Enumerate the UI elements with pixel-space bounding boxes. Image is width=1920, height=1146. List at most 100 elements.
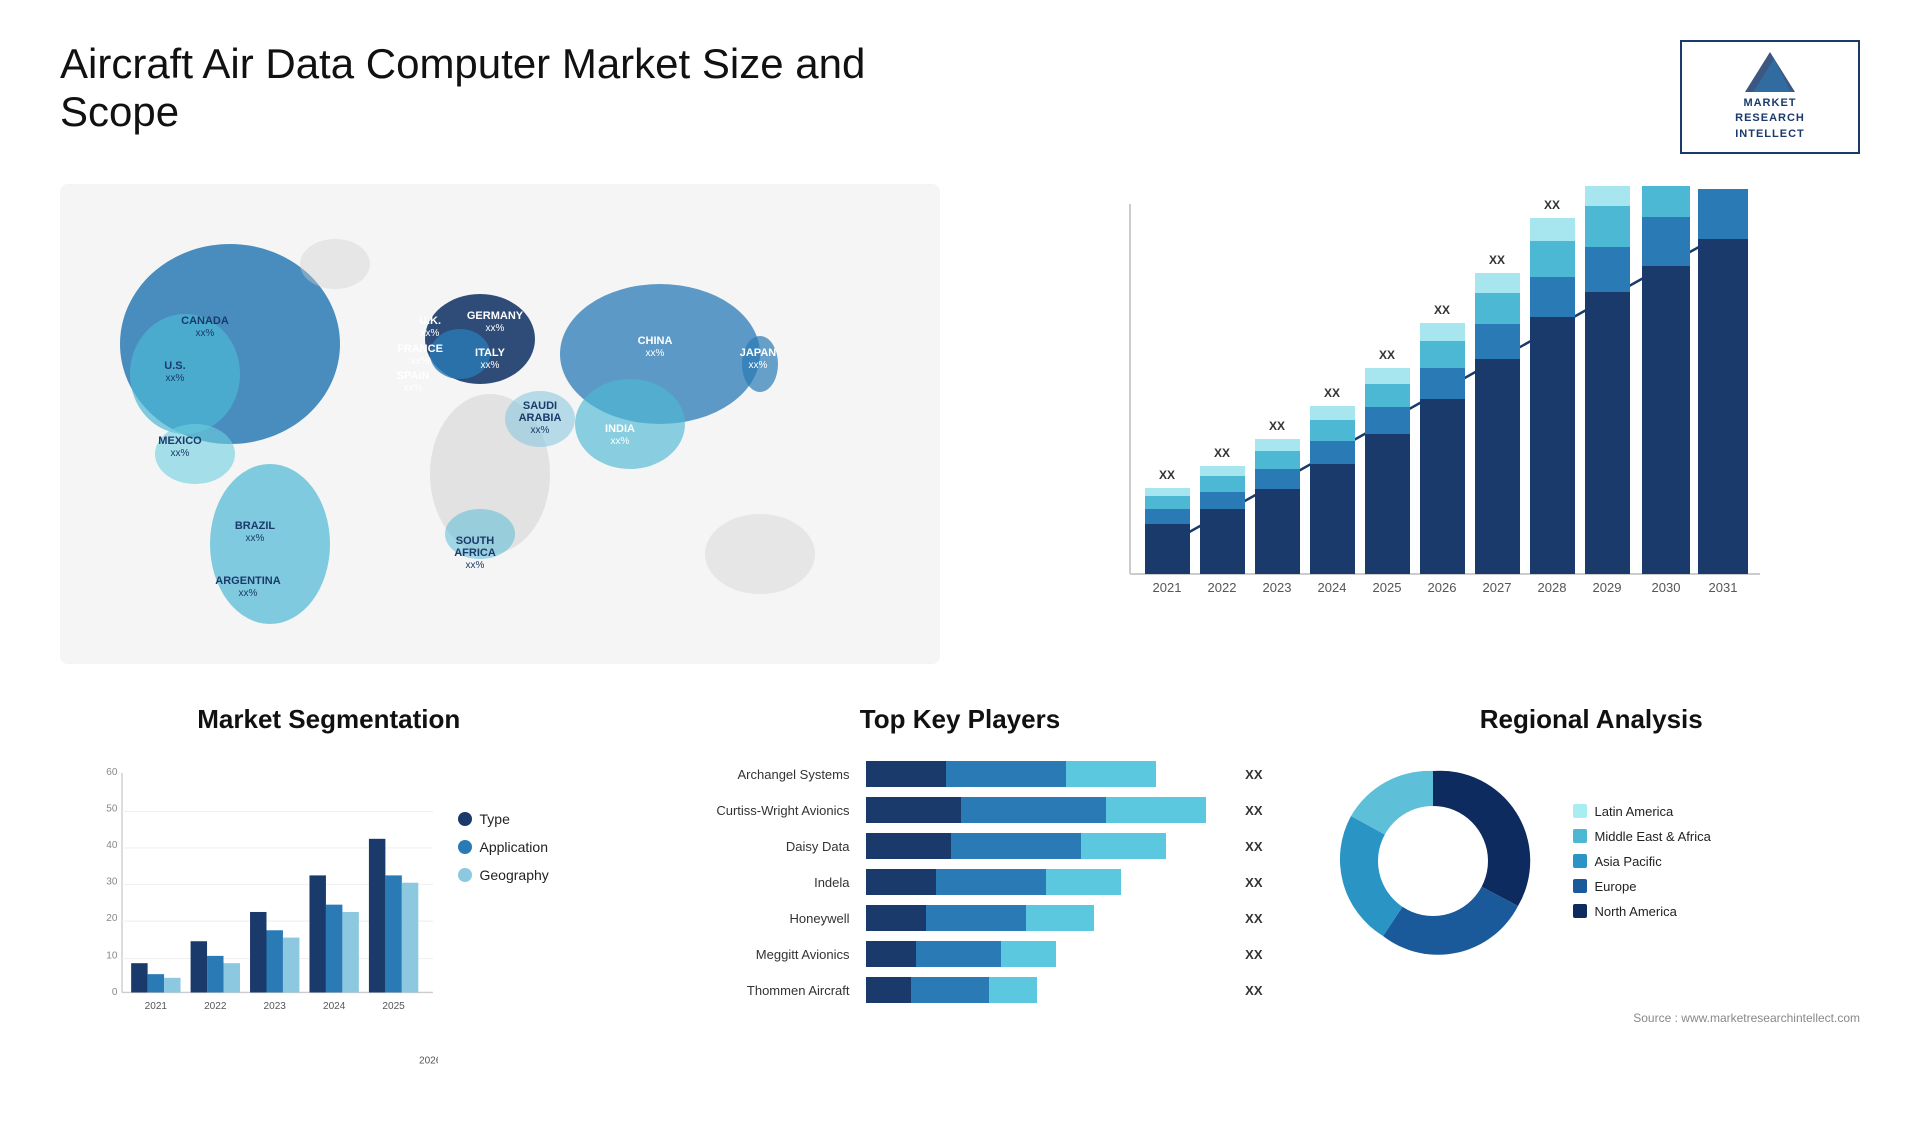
player-value: XX [1245,839,1262,854]
legend-mea: Middle East & Africa [1573,829,1711,844]
svg-text:U.K.: U.K. [419,315,441,327]
svg-text:xx%: xx% [166,373,185,384]
player-row-curtiss: Curtiss-Wright Avionics XX [658,797,1263,823]
legend-type-label: Type [480,811,510,827]
svg-text:BRAZIL: BRAZIL [235,520,276,532]
player-value: XX [1245,875,1262,890]
svg-text:2023: 2023 [1263,580,1292,595]
svg-text:JAPAN: JAPAN [740,347,777,359]
top-section: CANADA xx% U.S. xx% MEXICO xx% BRAZIL xx… [60,184,1860,664]
svg-text:XX: XX [1434,303,1450,317]
page-header: Aircraft Air Data Computer Market Size a… [60,40,1860,154]
svg-text:2022: 2022 [1208,580,1237,595]
svg-text:xx%: xx% [411,356,430,367]
player-name: Daisy Data [658,839,858,854]
legend-europe: Europe [1573,879,1711,894]
svg-text:INDIA: INDIA [605,423,635,435]
svg-text:2026: 2026 [419,1056,437,1067]
logo: MARKET RESEARCH INTELLECT [1680,40,1860,154]
svg-text:xx%: xx% [611,436,630,447]
donut-container: Latin America Middle East & Africa Asia … [1323,751,1861,971]
legend-latin-america-label: Latin America [1595,804,1674,819]
svg-text:SPAIN: SPAIN [397,370,430,382]
svg-text:2031: 2031 [1709,580,1738,595]
key-players-list: Archangel Systems XX Curtiss-Wright Avio… [638,751,1283,1023]
svg-text:FRANCE: FRANCE [397,343,443,355]
logo-icon [1745,52,1795,92]
player-row-archangel: Archangel Systems XX [658,761,1263,787]
svg-text:ITALY: ITALY [475,347,506,359]
svg-text:2027: 2027 [1483,580,1512,595]
svg-text:xx%: xx% [171,448,190,459]
svg-text:2021: 2021 [145,1001,168,1012]
player-bar [866,761,1232,787]
player-row-honeywell: Honeywell XX [658,905,1263,931]
svg-text:xx%: xx% [239,588,258,599]
player-name: Indela [658,875,858,890]
svg-text:xx%: xx% [466,560,485,571]
svg-text:SOUTH: SOUTH [456,535,495,547]
growth-chart: XX 2021 XX 2022 XX 2023 XX 2024 [980,184,1860,664]
legend-asia-pacific: Asia Pacific [1573,854,1711,869]
svg-text:60: 60 [106,767,118,778]
svg-text:2024: 2024 [1318,580,1347,595]
svg-text:XX: XX [1269,419,1285,433]
svg-text:XX: XX [1544,198,1560,212]
svg-text:2026: 2026 [1428,580,1457,595]
donut-chart-svg [1323,751,1543,971]
svg-text:MEXICO: MEXICO [158,435,202,447]
svg-text:2023: 2023 [264,1001,287,1012]
player-value: XX [1245,803,1262,818]
player-value: XX [1245,911,1262,926]
svg-text:AFRICA: AFRICA [454,547,496,559]
logo-text: MARKET RESEARCH INTELLECT [1735,96,1805,142]
player-bar [866,833,1232,859]
key-players-title: Top Key Players [638,704,1283,735]
legend-north-america-label: North America [1595,904,1677,919]
legend-type-color [458,812,472,826]
player-bar [866,941,1232,967]
legend-geography-color [458,868,472,882]
legend-type: Type [458,811,598,827]
player-row-daisy: Daisy Data XX [658,833,1263,859]
legend-asia-pacific-label: Asia Pacific [1595,854,1662,869]
seg-x-label: 2026 [90,1049,438,1069]
svg-text:xx%: xx% [404,383,423,394]
legend-north-america: North America [1573,904,1711,919]
player-name: Meggitt Avionics [658,947,858,962]
source-text: Source : www.marketresearchintellect.com [1323,1011,1861,1025]
player-row-thommen: Thommen Aircraft XX [658,977,1263,1003]
svg-text:ARGENTINA: ARGENTINA [215,575,280,587]
svg-text:XX: XX [1379,348,1395,362]
player-name: Thommen Aircraft [658,983,858,998]
svg-text:xx%: xx% [646,348,665,359]
svg-text:XX: XX [1489,253,1505,267]
svg-text:50: 50 [106,804,118,815]
map-svg: CANADA xx% U.S. xx% MEXICO xx% BRAZIL xx… [60,184,940,664]
key-players-section: Top Key Players Archangel Systems XX Cur… [638,704,1283,1074]
legend-mea-label: Middle East & Africa [1595,829,1711,844]
svg-text:20: 20 [106,913,118,924]
player-row-meggitt: Meggitt Avionics XX [658,941,1263,967]
segmentation-section: Market Segmentation 0 10 20 30 40 50 60 [60,704,598,1074]
svg-text:2029: 2029 [1593,580,1622,595]
svg-text:xx%: xx% [196,328,215,339]
growth-chart-svg: XX 2021 XX 2022 XX 2023 XX 2024 [980,184,1860,664]
segmentation-chart-svg: 0 10 20 30 40 50 60 [90,751,438,1051]
segmentation-title: Market Segmentation [60,704,598,735]
player-bar [866,905,1232,931]
legend-geography-label: Geography [480,867,549,883]
svg-text:2022: 2022 [204,1001,227,1012]
svg-text:2025: 2025 [382,1001,405,1012]
player-name: Archangel Systems [658,767,858,782]
player-value: XX [1245,983,1262,998]
legend-geography: Geography [458,867,598,883]
svg-text:CHINA: CHINA [638,335,673,347]
legend-europe-label: Europe [1595,879,1637,894]
svg-text:XX: XX [1214,446,1230,460]
legend-application-color [458,840,472,854]
svg-text:xx%: xx% [531,425,550,436]
svg-text:2030: 2030 [1652,580,1681,595]
svg-text:2024: 2024 [323,1001,346,1012]
donut-legend: Latin America Middle East & Africa Asia … [1573,804,1711,919]
